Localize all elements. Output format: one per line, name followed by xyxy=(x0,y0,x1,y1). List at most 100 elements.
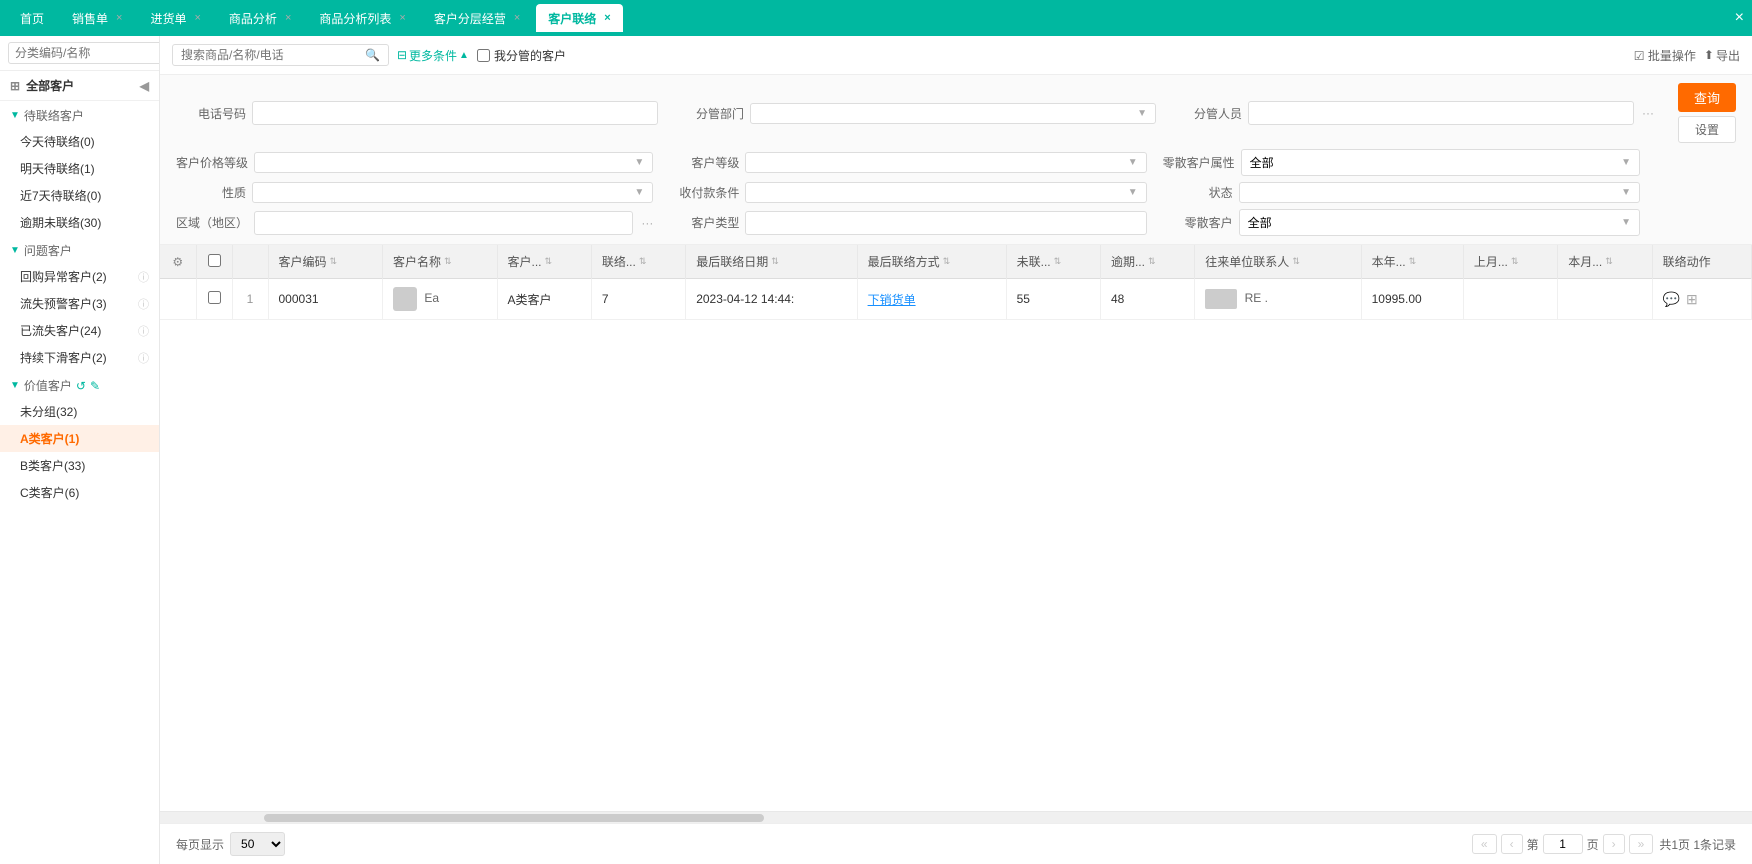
sidebar-item-class-c[interactable]: C类客户(6) xyxy=(0,479,159,506)
more-conditions-btn[interactable]: ⊟ 更多条件 ▲ xyxy=(397,47,469,64)
sidebar-item-overdue[interactable]: 逾期未联络(30) xyxy=(0,209,159,236)
sort-last-date-icon[interactable]: ⇅ xyxy=(771,256,779,267)
settings-button[interactable]: 设置 xyxy=(1678,116,1736,143)
close-customer-mgmt-icon[interactable]: × xyxy=(514,12,520,24)
sidebar-item-class-a[interactable]: A类客户(1) xyxy=(0,425,159,452)
refresh-icon[interactable]: ↺ xyxy=(76,379,86,393)
query-button[interactable]: 查询 xyxy=(1678,83,1736,112)
sidebar-item-declining[interactable]: 持续下滑客户(2) ⓘ xyxy=(0,344,159,371)
status-label: 状态 xyxy=(1163,184,1233,201)
nav-item-customer-contact[interactable]: 客户联络 × xyxy=(536,4,622,32)
status-chevron-icon: ▼ xyxy=(1621,187,1631,198)
sidebar-section-problem[interactable]: ▼ 问题客户 xyxy=(0,236,159,263)
customer-type-input[interactable] xyxy=(745,211,1146,235)
my-customers-checkbox[interactable] xyxy=(477,49,490,62)
region-dots-icon[interactable]: ··· xyxy=(641,216,653,230)
payment-chevron-icon: ▼ xyxy=(1128,187,1138,198)
dept-select[interactable]: ▼ xyxy=(750,103,1156,124)
customer-level-select[interactable]: ▼ xyxy=(745,152,1146,173)
nav-item-analysis-list[interactable]: 商品分析列表 × xyxy=(307,4,417,32)
close-customer-contact-icon[interactable]: × xyxy=(604,12,610,24)
col-action: 联络动作 xyxy=(1652,245,1751,279)
nav-item-purchase[interactable]: 进货单 × xyxy=(138,4,212,32)
close-analysis-icon[interactable]: × xyxy=(285,12,291,24)
customer-level-label: 客户等级 xyxy=(669,154,739,171)
sidebar-item-7days[interactable]: 近7天待联络(0) xyxy=(0,182,159,209)
region-label: 区域（地区） xyxy=(176,214,248,231)
sort-level-icon[interactable]: ⇅ xyxy=(545,256,553,267)
page-size-select[interactable]: 50 100 200 xyxy=(230,832,285,856)
manager-input[interactable] xyxy=(1248,101,1634,125)
sidebar-item-lost[interactable]: 已流失客户(24) ⓘ xyxy=(0,317,159,344)
nav-item-customer-mgmt[interactable]: 客户分层经营 × xyxy=(422,4,532,32)
payment-select[interactable]: ▼ xyxy=(745,182,1146,203)
first-page-btn[interactable]: « xyxy=(1472,834,1497,854)
col-settings: ⚙ xyxy=(160,245,196,279)
grid-icon: ⊞ xyxy=(10,79,20,93)
sort-no-contact-icon[interactable]: ⇅ xyxy=(1054,256,1062,267)
next-page-btn[interactable]: › xyxy=(1603,834,1625,854)
col-level-label: 客户... xyxy=(508,253,542,270)
sidebar-item-class-b[interactable]: B类客户(33) xyxy=(0,452,159,479)
prev-page-btn[interactable]: ‹ xyxy=(1501,834,1523,854)
customer-table: ⚙ 客户编码 ⇅ xyxy=(160,245,1752,320)
search-icon[interactable]: 🔍 xyxy=(365,48,380,62)
filter-row-1: 电话号码 分管部门 ▼ 分管人员 ··· 查询 设置 xyxy=(176,83,1736,143)
export-btn[interactable]: ⬆ 导出 xyxy=(1704,47,1740,64)
sort-last-method-icon[interactable]: ⇅ xyxy=(943,256,951,267)
row-checkbox[interactable] xyxy=(208,291,221,304)
nav-item-sales[interactable]: 销售单 × xyxy=(60,4,134,32)
sidebar-search-input[interactable] xyxy=(8,42,160,64)
sidebar-item-today[interactable]: 今天待联络(0) xyxy=(0,128,159,155)
search-input[interactable] xyxy=(181,48,361,62)
nav-item-analysis[interactable]: 商品分析 × xyxy=(217,4,303,32)
my-customers-filter[interactable]: 我分管的客户 xyxy=(477,47,566,64)
price-level-select[interactable]: ▼ xyxy=(254,152,653,173)
region-input[interactable] xyxy=(254,211,633,235)
row-last-method: 下销货单 xyxy=(857,279,1006,320)
page-input[interactable] xyxy=(1543,834,1583,854)
phone-input[interactable] xyxy=(252,101,658,125)
sidebar-item-abnormal[interactable]: 回购异常客户(2) ⓘ xyxy=(0,263,159,290)
filter-right-actions: ☑ 批量操作 ⬆ 导出 xyxy=(1634,47,1740,64)
select-all-checkbox[interactable] xyxy=(208,254,221,267)
horizontal-scrollbar[interactable] xyxy=(160,811,1752,823)
batch-ops-btn[interactable]: ☑ 批量操作 xyxy=(1634,47,1696,64)
grid-action-icon[interactable]: ⊞ xyxy=(1686,291,1698,308)
sort-name-icon[interactable]: ⇅ xyxy=(444,256,452,267)
close-all-tabs-icon[interactable]: × xyxy=(1735,9,1744,27)
edit-value-icon[interactable]: ✎ xyxy=(90,379,100,393)
row-code: 000031 xyxy=(268,279,383,320)
advanced-filters: 电话号码 分管部门 ▼ 分管人员 ··· 查询 设置 xyxy=(160,75,1752,245)
retail-customer-select[interactable]: 全部 ▼ xyxy=(1239,209,1640,236)
status-select[interactable]: ▼ xyxy=(1239,182,1640,203)
row-checkbox-cell xyxy=(196,279,232,320)
nav-item-home[interactable]: 首页 xyxy=(8,4,56,32)
sort-unit-contact-icon[interactable]: ⇅ xyxy=(1292,256,1300,267)
retail-attr-select[interactable]: 全部 ▼ xyxy=(1241,149,1640,176)
close-sales-icon[interactable]: × xyxy=(116,12,122,24)
sort-last-month-icon[interactable]: ⇅ xyxy=(1511,256,1519,267)
sidebar-item-ungrouped[interactable]: 未分组(32) xyxy=(0,398,159,425)
sort-code-icon[interactable]: ⇅ xyxy=(330,256,338,267)
settings-icon[interactable]: ⚙ xyxy=(172,255,183,269)
sidebar-item-warn[interactable]: 流失预警客户(3) ⓘ xyxy=(0,290,159,317)
row-actions-cell: 💬 ⊞ xyxy=(1652,279,1751,320)
chat-icon[interactable]: 💬 xyxy=(1663,291,1680,308)
sidebar-collapse-icon[interactable]: ◀ xyxy=(140,79,149,93)
sidebar-item-tomorrow[interactable]: 明天待联络(1) xyxy=(0,155,159,182)
sort-contact-icon[interactable]: ⇅ xyxy=(639,256,647,267)
chevron-down-icon: ▲ xyxy=(459,50,469,61)
last-page-btn[interactable]: » xyxy=(1629,834,1654,854)
close-purchase-icon[interactable]: × xyxy=(194,12,200,24)
close-analysis-list-icon[interactable]: × xyxy=(399,12,405,24)
manager-dots-icon[interactable]: ··· xyxy=(1642,106,1654,120)
sort-this-month-icon[interactable]: ⇅ xyxy=(1605,256,1613,267)
nature-select[interactable]: ▼ xyxy=(252,182,653,203)
sort-overdue-icon[interactable]: ⇅ xyxy=(1148,256,1156,267)
scrollbar-thumb[interactable] xyxy=(264,814,764,822)
sort-this-year-icon[interactable]: ⇅ xyxy=(1409,256,1417,267)
sidebar-section-value[interactable]: ▼ 价值客户 ↺ ✎ xyxy=(0,371,159,398)
arrow-down-icon-2: ▼ xyxy=(10,245,20,256)
sidebar-section-pending[interactable]: ▼ 待联络客户 xyxy=(0,101,159,128)
